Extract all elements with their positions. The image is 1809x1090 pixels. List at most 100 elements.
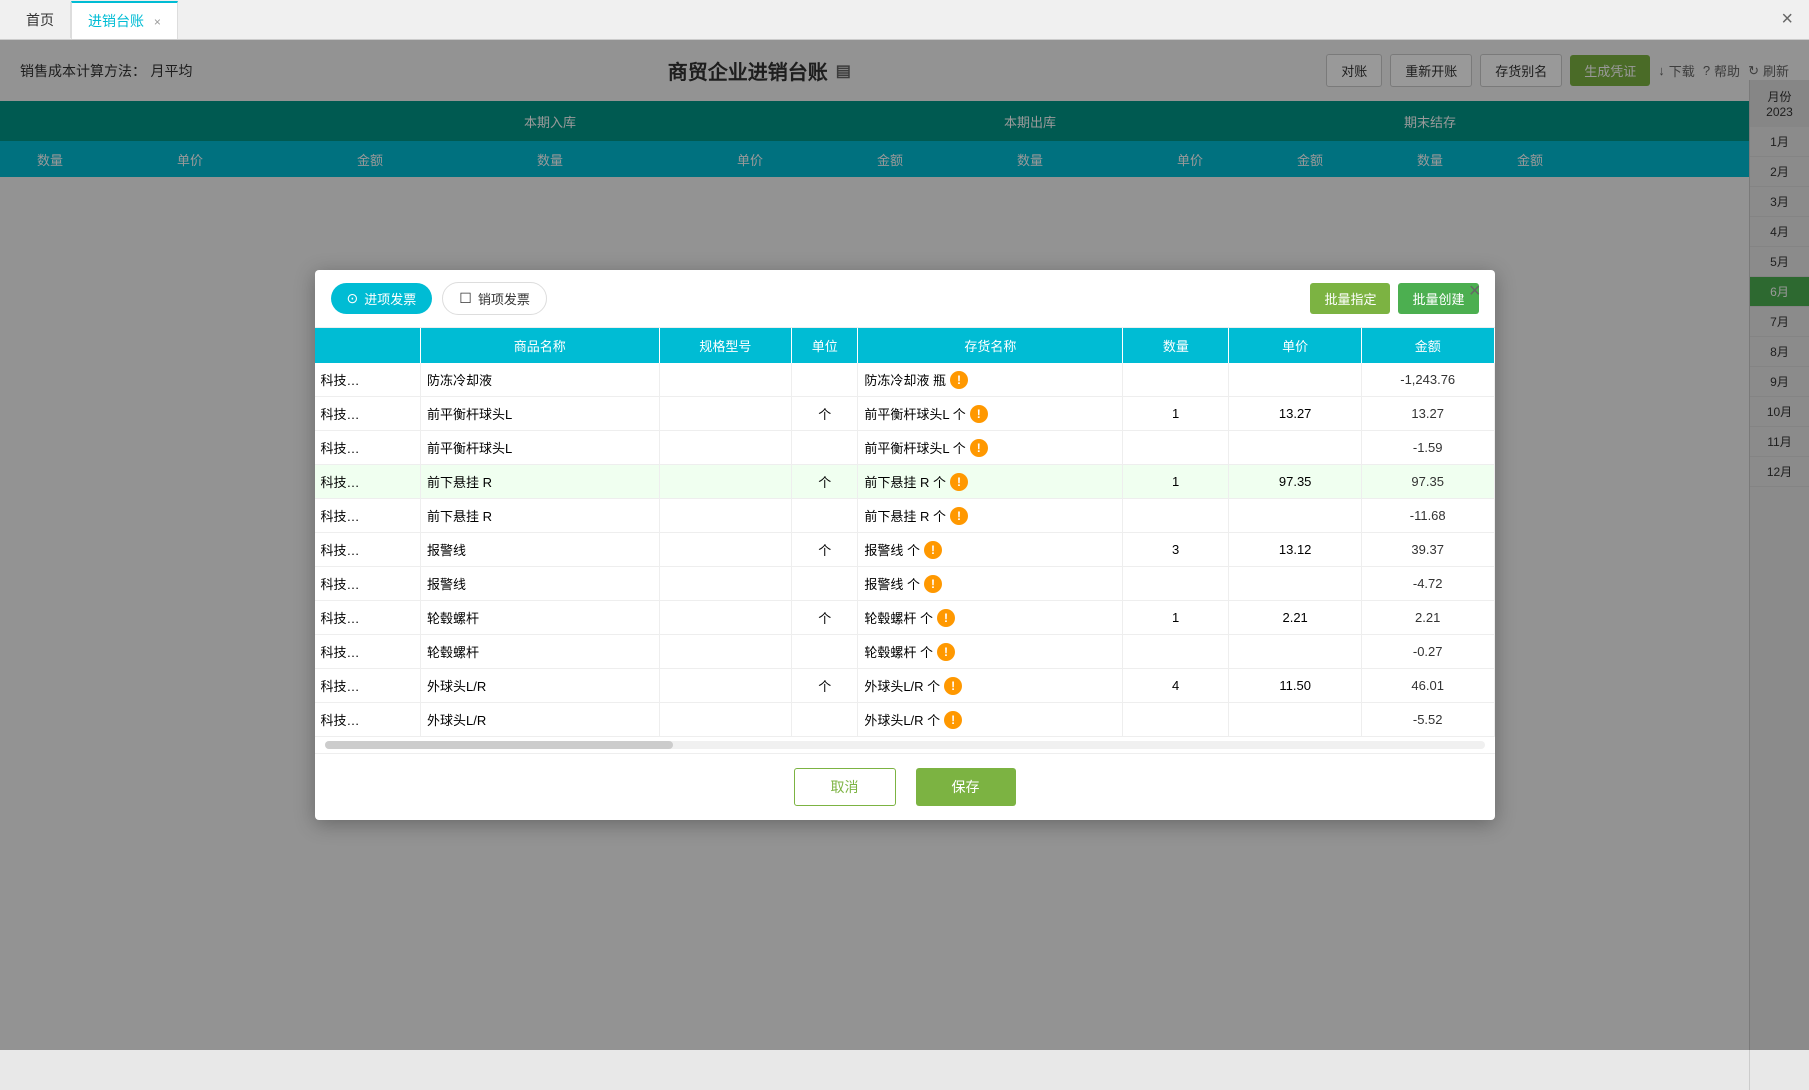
warning-icon: !	[924, 541, 942, 559]
warning-icon: !	[950, 507, 968, 525]
cancel-button[interactable]: 取消	[794, 768, 896, 806]
warning-icon: !	[937, 609, 955, 627]
modal-close-button[interactable]: ×	[1469, 280, 1481, 303]
cell-3	[792, 703, 858, 737]
cell-7: 39.37	[1361, 533, 1494, 567]
modal-table-container[interactable]: 商品名称 规格型号 单位 存货名称 数量 单价 金额 科技…防冻冷却液防冻冷却液…	[315, 328, 1495, 737]
cell-0: 科技…	[315, 669, 421, 703]
cell-0: 科技…	[315, 363, 421, 397]
cell-1: 前下悬挂 R	[421, 465, 660, 499]
table-row[interactable]: 科技…前平衡杆球头L个前平衡杆球头L 个!113.2713.27	[315, 397, 1495, 431]
cell-2	[659, 669, 792, 703]
table-row[interactable]: 科技…报警线报警线 个!-4.72	[315, 567, 1495, 601]
cell-2	[659, 533, 792, 567]
table-row[interactable]: 科技…防冻冷却液防冻冷却液 瓶!-1,243.76	[315, 363, 1495, 397]
scroll-thumb[interactable]	[325, 741, 673, 749]
col-id	[315, 328, 421, 363]
incoming-invoice-icon: ⊙	[347, 290, 359, 307]
cell-5: 3	[1123, 533, 1229, 567]
cell-0: 科技…	[315, 499, 421, 533]
cell-4: 报警线 个!	[858, 533, 1123, 566]
app-close-button[interactable]: ×	[1781, 8, 1793, 31]
cell-0: 科技…	[315, 431, 421, 465]
tab-incoming-invoice[interactable]: ⊙ 进项发票	[331, 283, 433, 314]
cell-6: 11.50	[1229, 669, 1362, 703]
table-row[interactable]: 科技…轮毂螺杆个轮毂螺杆 个!12.212.21	[315, 601, 1495, 635]
warning-icon: !	[950, 473, 968, 491]
cell-1: 防冻冷却液	[421, 363, 660, 397]
table-row[interactable]: 科技…轮毂螺杆轮毂螺杆 个!-0.27	[315, 635, 1495, 669]
table-row[interactable]: 科技…外球头L/R外球头L/R 个!-5.52	[315, 703, 1495, 737]
col-unit: 单位	[792, 328, 858, 363]
cell-7: -5.52	[1361, 703, 1494, 737]
cell-6	[1229, 567, 1362, 601]
cell-5: 4	[1123, 669, 1229, 703]
tab-home[interactable]: 首页	[10, 2, 71, 38]
modal-action-buttons: 批量指定 批量创建	[1310, 283, 1478, 314]
cell-4: 外球头L/R 个!	[858, 703, 1123, 736]
cell-6	[1229, 499, 1362, 533]
tab-outgoing-invoice[interactable]: ☐ 销项发票	[442, 282, 547, 315]
cell-4: 前平衡杆球头L 个!	[858, 431, 1123, 464]
cell-2	[659, 397, 792, 431]
table-row[interactable]: 科技…外球头L/R个外球头L/R 个!411.5046.01	[315, 669, 1495, 703]
cell-3: 个	[792, 601, 858, 635]
main-area: 销售成本计算方法： 月平均 商贸企业进销台账 ▤ 对账 重新开账 存货别名 生成…	[0, 40, 1809, 1050]
cell-1: 报警线	[421, 533, 660, 567]
cell-5	[1123, 363, 1229, 397]
cell-7: -1.59	[1361, 431, 1494, 465]
cell-5	[1123, 703, 1229, 737]
batch-create-button[interactable]: 批量创建	[1398, 283, 1478, 314]
warning-icon: !	[924, 575, 942, 593]
cell-7: -0.27	[1361, 635, 1494, 669]
warning-icon: !	[970, 439, 988, 457]
cell-3: 个	[792, 669, 858, 703]
table-row[interactable]: 科技…报警线个报警线 个!313.1239.37	[315, 533, 1495, 567]
scroll-track[interactable]	[325, 741, 1485, 749]
col-amount: 金额	[1361, 328, 1494, 363]
cell-4: 前平衡杆球头L 个!	[858, 397, 1123, 430]
modal-footer: 取消 保存	[315, 753, 1495, 820]
cell-5: 1	[1123, 397, 1229, 431]
cell-5: 1	[1123, 465, 1229, 499]
cell-7: -11.68	[1361, 499, 1494, 533]
table-row[interactable]: 科技…前平衡杆球头L 前平衡杆球头L 个! -1.59	[315, 431, 1495, 465]
cell-6	[1229, 431, 1362, 465]
cell-7: 46.01	[1361, 669, 1494, 703]
cell-4: 轮毂螺杆 个!	[858, 601, 1123, 634]
modal-scrollbar[interactable]	[315, 737, 1495, 753]
modal-backdrop: ⊙ 进项发票 ☐ 销项发票 批量指定 批量创建 ×	[0, 40, 1809, 1050]
cell-0: 科技…	[315, 567, 421, 601]
cell-2	[659, 465, 792, 499]
cell-3	[792, 567, 858, 601]
incoming-invoice-label: 进项发票	[364, 289, 416, 308]
cell-3	[792, 499, 858, 533]
tab-bar: 首页 进销台账 × ×	[0, 0, 1809, 40]
cell-4: 防冻冷却液 瓶!	[858, 363, 1123, 396]
cell-4: 外球头L/R 个!	[858, 669, 1123, 702]
modal-header: ⊙ 进项发票 ☐ 销项发票 批量指定 批量创建 ×	[315, 270, 1495, 328]
cell-7: 13.27	[1361, 397, 1494, 431]
save-button[interactable]: 保存	[916, 768, 1016, 806]
cell-2	[659, 499, 792, 533]
warning-icon: !	[944, 677, 962, 695]
tab-close-icon[interactable]: ×	[154, 15, 161, 29]
cell-2	[659, 635, 792, 669]
cell-0: 科技…	[315, 397, 421, 431]
batch-assign-button[interactable]: 批量指定	[1310, 283, 1390, 314]
cell-0: 科技…	[315, 635, 421, 669]
cell-7: -4.72	[1361, 567, 1494, 601]
col-qty: 数量	[1123, 328, 1229, 363]
tab-current[interactable]: 进销台账 ×	[71, 1, 178, 39]
cell-2	[659, 431, 792, 465]
cell-5	[1123, 499, 1229, 533]
cell-3: 个	[792, 397, 858, 431]
cell-1: 前平衡杆球头L	[421, 397, 660, 431]
cell-1: 轮毂螺杆	[421, 635, 660, 669]
cell-1: 前平衡杆球头L	[421, 431, 660, 465]
col-spec: 规格型号	[659, 328, 792, 363]
cell-6	[1229, 363, 1362, 397]
cell-3	[792, 635, 858, 669]
table-row[interactable]: 科技…前下悬挂 R个前下悬挂 R 个!197.3597.35	[315, 465, 1495, 499]
table-row[interactable]: 科技…前下悬挂 R前下悬挂 R 个!-11.68	[315, 499, 1495, 533]
